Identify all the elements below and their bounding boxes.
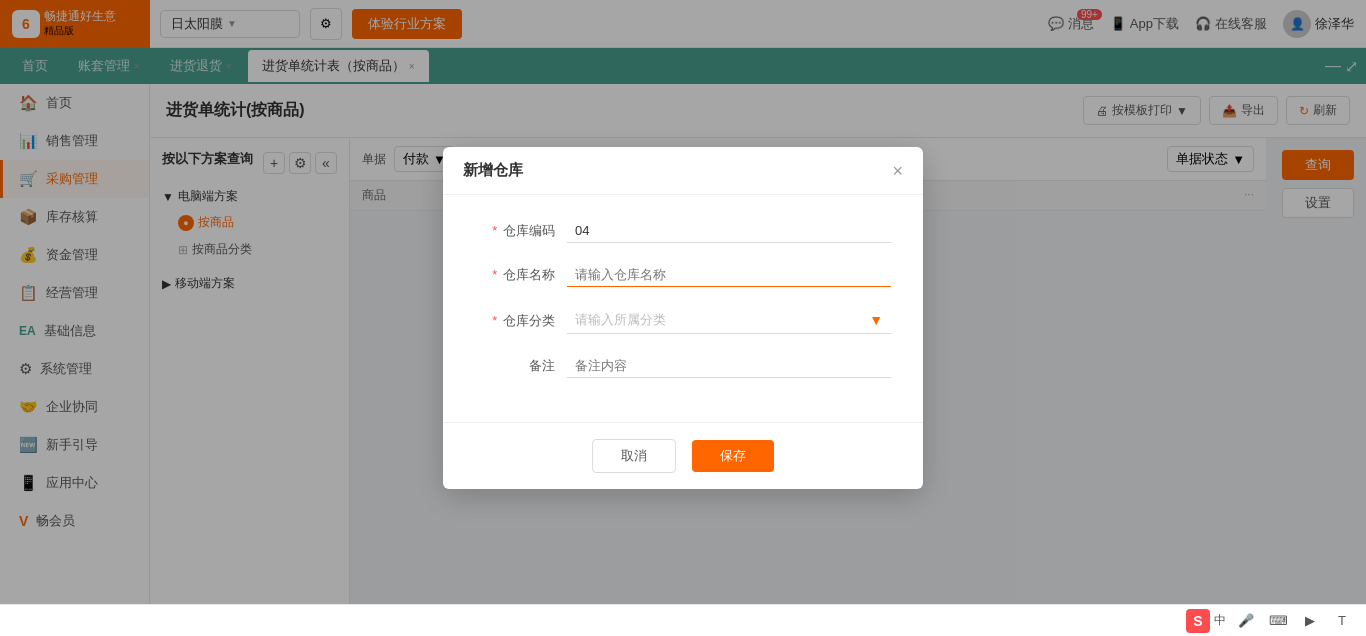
category-placeholder: 请输入所属分类: [575, 311, 666, 329]
warehouse-category-select[interactable]: 请输入所属分类 ▼: [567, 307, 891, 334]
form-row-remark: 备注: [475, 354, 891, 378]
bottom-bar: S 中 🎤 ⌨ ▶ T: [0, 604, 1366, 636]
code-label: * 仓库编码: [475, 222, 555, 240]
required-mark-code: *: [492, 223, 497, 238]
warehouse-code-input[interactable]: [567, 219, 891, 243]
warehouse-remark-input[interactable]: [567, 354, 891, 378]
category-dropdown-arrow: ▼: [869, 312, 883, 328]
warehouse-name-input[interactable]: [567, 263, 891, 287]
bottom-mic-icon[interactable]: 🎤: [1234, 609, 1258, 633]
bottom-play-icon[interactable]: ▶: [1298, 609, 1322, 633]
add-warehouse-modal: 新增仓库 × * 仓库编码 * 仓库名称: [443, 147, 923, 489]
modal-body: * 仓库编码 * 仓库名称 * 仓库分类 请输入所属: [443, 195, 923, 422]
bottom-chinese-label: 中: [1214, 612, 1226, 629]
required-mark-name: *: [492, 267, 497, 282]
category-label: * 仓库分类: [475, 312, 555, 330]
modal-footer: 取消 保存: [443, 422, 923, 489]
form-row-category: * 仓库分类 请输入所属分类 ▼: [475, 307, 891, 334]
name-label: * 仓库名称: [475, 266, 555, 284]
modal-header: 新增仓库 ×: [443, 147, 923, 195]
form-row-code: * 仓库编码: [475, 219, 891, 243]
required-mark-category: *: [492, 313, 497, 328]
modal-close-button[interactable]: ×: [892, 162, 903, 180]
remark-label: 备注: [475, 357, 555, 375]
cancel-button[interactable]: 取消: [592, 439, 676, 473]
form-row-name: * 仓库名称: [475, 263, 891, 287]
modal-overlay: 新增仓库 × * 仓库编码 * 仓库名称: [0, 0, 1366, 636]
save-button[interactable]: 保存: [692, 440, 774, 472]
bottom-brand: S 中: [1186, 609, 1226, 633]
modal-title: 新增仓库: [463, 161, 523, 180]
s-logo: S: [1186, 609, 1210, 633]
bottom-keyboard-icon[interactable]: ⌨: [1266, 609, 1290, 633]
bottom-text-icon[interactable]: T: [1330, 609, 1354, 633]
